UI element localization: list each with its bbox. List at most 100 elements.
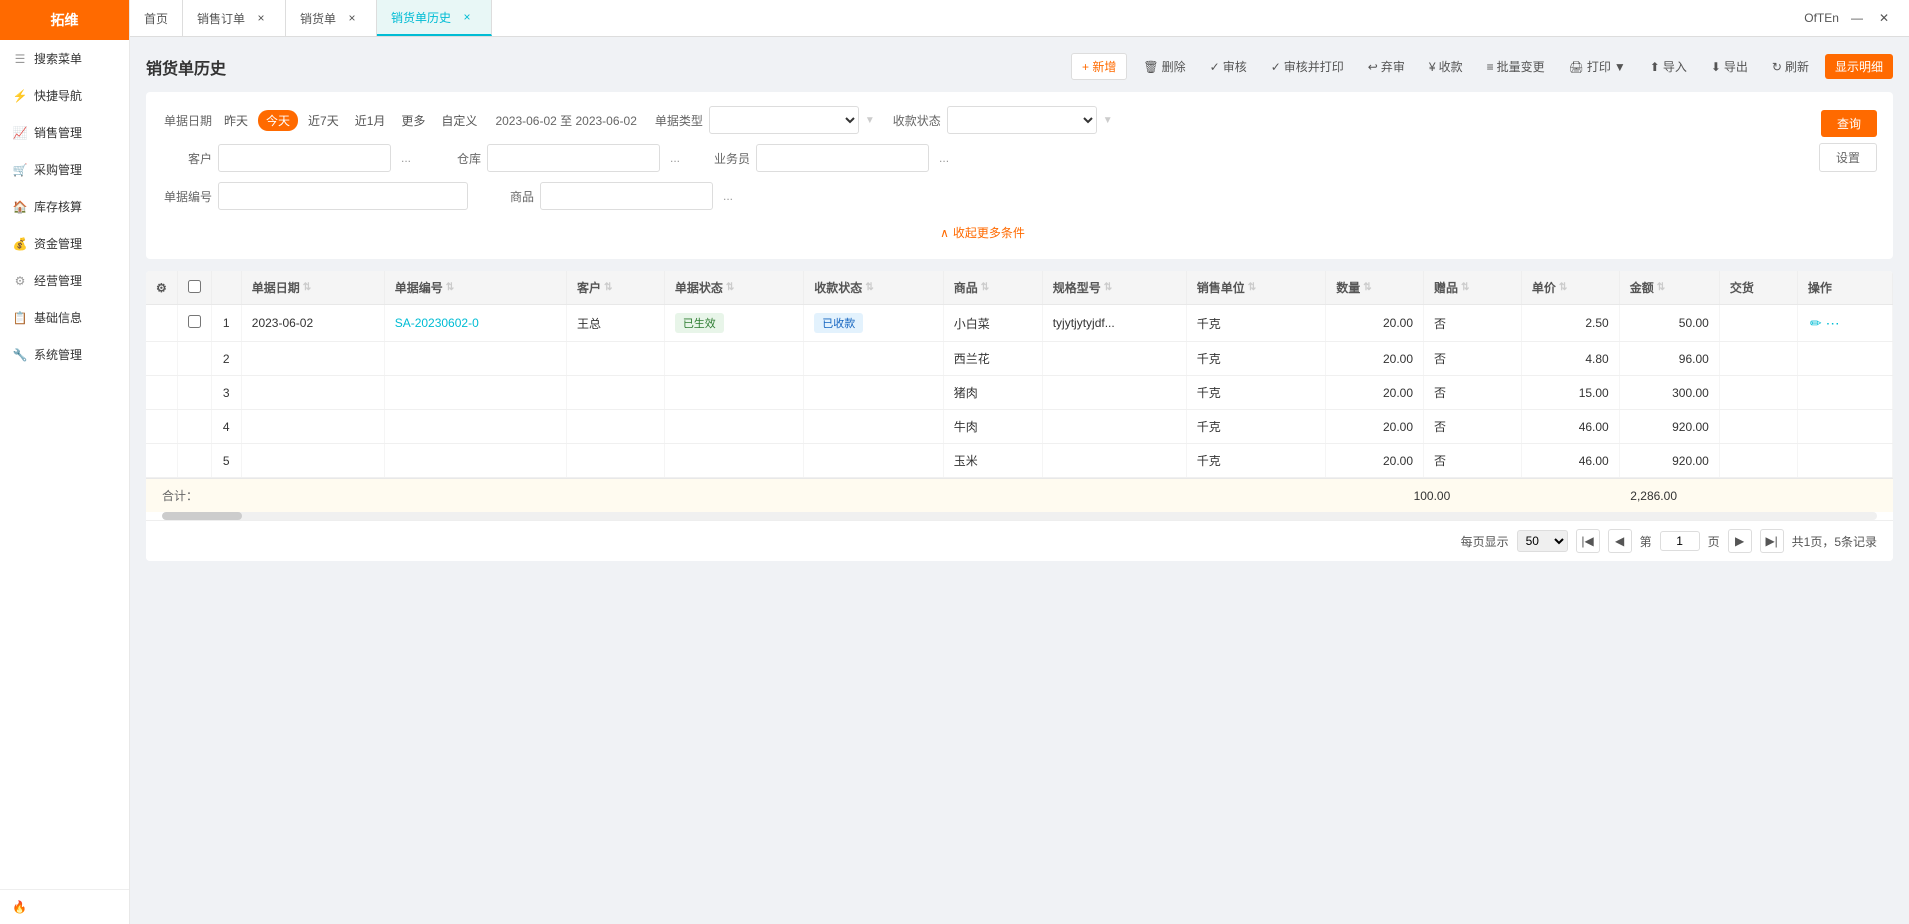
unit-sort-icon[interactable]: ⇅ xyxy=(1248,282,1256,293)
page-next-btn[interactable]: ▶ xyxy=(1728,529,1752,553)
row-no-0: 1 xyxy=(211,305,241,342)
sidebar-bottom-fire[interactable]: 🔥 xyxy=(0,890,129,924)
refresh-icon: ↻ xyxy=(1772,60,1782,74)
row-op-1 xyxy=(1797,342,1892,376)
docno-input[interactable] xyxy=(218,182,468,210)
collapse-button[interactable]: ∧ 收起更多条件 xyxy=(936,220,1029,245)
sidebar: 拓维 ☰ 搜索菜单 ⚡ 快捷导航 📈 销售管理 🛒 采购管理 🏠 库存核算 💰 … xyxy=(0,0,130,924)
customer-input[interactable] xyxy=(218,144,391,172)
th-doc-date: 单据日期⇅ xyxy=(241,271,384,305)
tab-sales-goods[interactable]: 销货单 × xyxy=(286,0,377,36)
row-price-3: 46.00 xyxy=(1521,410,1619,444)
th-doc-status: 单据状态⇅ xyxy=(664,271,803,305)
page-prev-btn[interactable]: ◀ xyxy=(1608,529,1632,553)
doc-no-sort-icon[interactable]: ⇅ xyxy=(446,282,454,293)
import-button[interactable]: ⬆ 导入 xyxy=(1642,54,1695,79)
sidebar-item-inventory[interactable]: 🏠 库存核算 xyxy=(0,188,129,225)
page-last-btn[interactable]: ▶| xyxy=(1760,529,1784,553)
row-qty-2: 20.00 xyxy=(1326,376,1424,410)
audit-button[interactable]: ✓ 审核 xyxy=(1202,54,1255,79)
sidebar-item-search-menu[interactable]: ☰ 搜索菜单 xyxy=(0,40,129,77)
amount-sort-icon[interactable]: ⇅ xyxy=(1657,282,1665,293)
export-button[interactable]: ⬇ 导出 xyxy=(1703,54,1756,79)
row-collect-0: 已收款 xyxy=(804,305,943,342)
sidebar-item-sales-mgmt[interactable]: 📈 销售管理 xyxy=(0,114,129,151)
audit-print-button[interactable]: ✓ 审核并打印 xyxy=(1263,54,1352,79)
sidebar-item-finance-mgmt[interactable]: 💰 资金管理 xyxy=(0,225,129,262)
customer-sort-icon[interactable]: ⇅ xyxy=(604,282,612,293)
batch-change-button[interactable]: ≡ 批量变更 xyxy=(1479,54,1553,79)
query-button[interactable]: 查询 xyxy=(1821,110,1877,137)
print-label: 打印 xyxy=(1587,58,1611,75)
edit-btn-0[interactable]: ✏ xyxy=(1810,315,1822,331)
show-detail-button[interactable]: 显示明细 xyxy=(1825,54,1893,79)
date-btn-custom[interactable]: 自定义 xyxy=(435,110,483,131)
sidebar-item-system-mgmt[interactable]: 🔧 系统管理 xyxy=(0,336,129,373)
row-date-1 xyxy=(241,342,384,376)
collect-status-label: 收款状态 xyxy=(891,112,941,129)
new-label: + 新增 xyxy=(1082,58,1116,75)
gift-sort-icon[interactable]: ⇅ xyxy=(1461,282,1469,293)
sidebar-item-operation-mgmt[interactable]: ⚙ 经营管理 xyxy=(0,262,129,299)
sidebar-item-quick-nav[interactable]: ⚡ 快捷导航 xyxy=(0,77,129,114)
staff-input[interactable] xyxy=(756,144,929,172)
print-button[interactable]: 🖨 打印 ▼ xyxy=(1561,54,1634,79)
sidebar-item-purchase-mgmt[interactable]: 🛒 采购管理 xyxy=(0,151,129,188)
row-checkbox-0[interactable] xyxy=(188,315,201,328)
abandon-button[interactable]: ↩ 弃审 xyxy=(1360,54,1413,79)
window-close[interactable]: ✕ xyxy=(1875,11,1893,25)
delete-button[interactable]: 🗑 删除 xyxy=(1135,54,1193,79)
staff-dots[interactable]: ... xyxy=(935,149,953,167)
page-first-btn[interactable]: |◀ xyxy=(1576,529,1600,553)
row-amount-4: 920.00 xyxy=(1619,444,1719,478)
page-input[interactable] xyxy=(1660,531,1700,551)
refresh-button[interactable]: ↻ 刷新 xyxy=(1764,54,1817,79)
select-all-checkbox[interactable] xyxy=(188,280,201,293)
doc-status-sort-icon[interactable]: ⇅ xyxy=(726,282,734,293)
row-gift-3: 否 xyxy=(1424,410,1522,444)
row-amount-0: 50.00 xyxy=(1619,305,1719,342)
refresh-label: 刷新 xyxy=(1785,58,1809,75)
collect-button[interactable]: ¥ 收款 xyxy=(1421,54,1471,79)
gear-icon[interactable]: ⚙ xyxy=(156,281,167,295)
row-spec-3 xyxy=(1042,410,1186,444)
spec-sort-icon[interactable]: ⇅ xyxy=(1104,282,1112,293)
date-btn-1month[interactable]: 近1月 xyxy=(349,110,392,131)
unit-price-sort-icon[interactable]: ⇅ xyxy=(1559,282,1567,293)
customer-dots[interactable]: ... xyxy=(397,149,415,167)
tab-sales-order[interactable]: 销售订单 × xyxy=(183,0,286,36)
tab-sales-history-close[interactable]: × xyxy=(457,7,477,27)
date-btn-more[interactable]: 更多 xyxy=(395,110,431,131)
row-unit-2: 千克 xyxy=(1186,376,1325,410)
page-size-select[interactable]: 50 100 xyxy=(1517,530,1568,552)
tab-home[interactable]: 首页 xyxy=(130,0,183,36)
date-btn-today[interactable]: 今天 xyxy=(258,110,298,131)
more-btn-0[interactable]: ⋯ xyxy=(1826,315,1840,331)
tab-sales-order-close[interactable]: × xyxy=(251,8,271,28)
scroll-thumb xyxy=(162,512,242,520)
row-docno-0[interactable]: SA-20230602-0 xyxy=(384,305,566,342)
warehouse-input[interactable] xyxy=(487,144,660,172)
new-button[interactable]: + 新增 xyxy=(1071,53,1127,80)
sidebar-item-base-info[interactable]: 📋 基础信息 xyxy=(0,299,129,336)
collect-status-sort-icon[interactable]: ⇅ xyxy=(865,282,873,293)
qty-sort-icon[interactable]: ⇅ xyxy=(1363,282,1371,293)
doc-date-sort-icon[interactable]: ⇅ xyxy=(303,282,311,293)
scroll-bar[interactable] xyxy=(162,512,1877,520)
tab-sales-history[interactable]: 销货单历史 × xyxy=(377,0,492,36)
date-btn-yesterday[interactable]: 昨天 xyxy=(218,110,254,131)
goods-dots[interactable]: ... xyxy=(719,187,737,205)
row-customer-1 xyxy=(566,342,664,376)
warehouse-dots[interactable]: ... xyxy=(666,149,684,167)
goods-input[interactable] xyxy=(540,182,713,210)
tab-sales-goods-close[interactable]: × xyxy=(342,8,362,28)
th-qty: 数量⇅ xyxy=(1326,271,1424,305)
fire-icon: 🔥 xyxy=(12,900,27,914)
date-btn-7days[interactable]: 近7天 xyxy=(302,110,345,131)
doctype-select[interactable] xyxy=(709,106,859,134)
collect-status-select[interactable] xyxy=(947,106,1097,134)
goods-sort-icon[interactable]: ⇅ xyxy=(981,282,989,293)
setting-button[interactable]: 设置 xyxy=(1819,143,1877,172)
window-minimize[interactable]: — xyxy=(1847,11,1867,25)
staff-label: 业务员 xyxy=(700,150,750,167)
